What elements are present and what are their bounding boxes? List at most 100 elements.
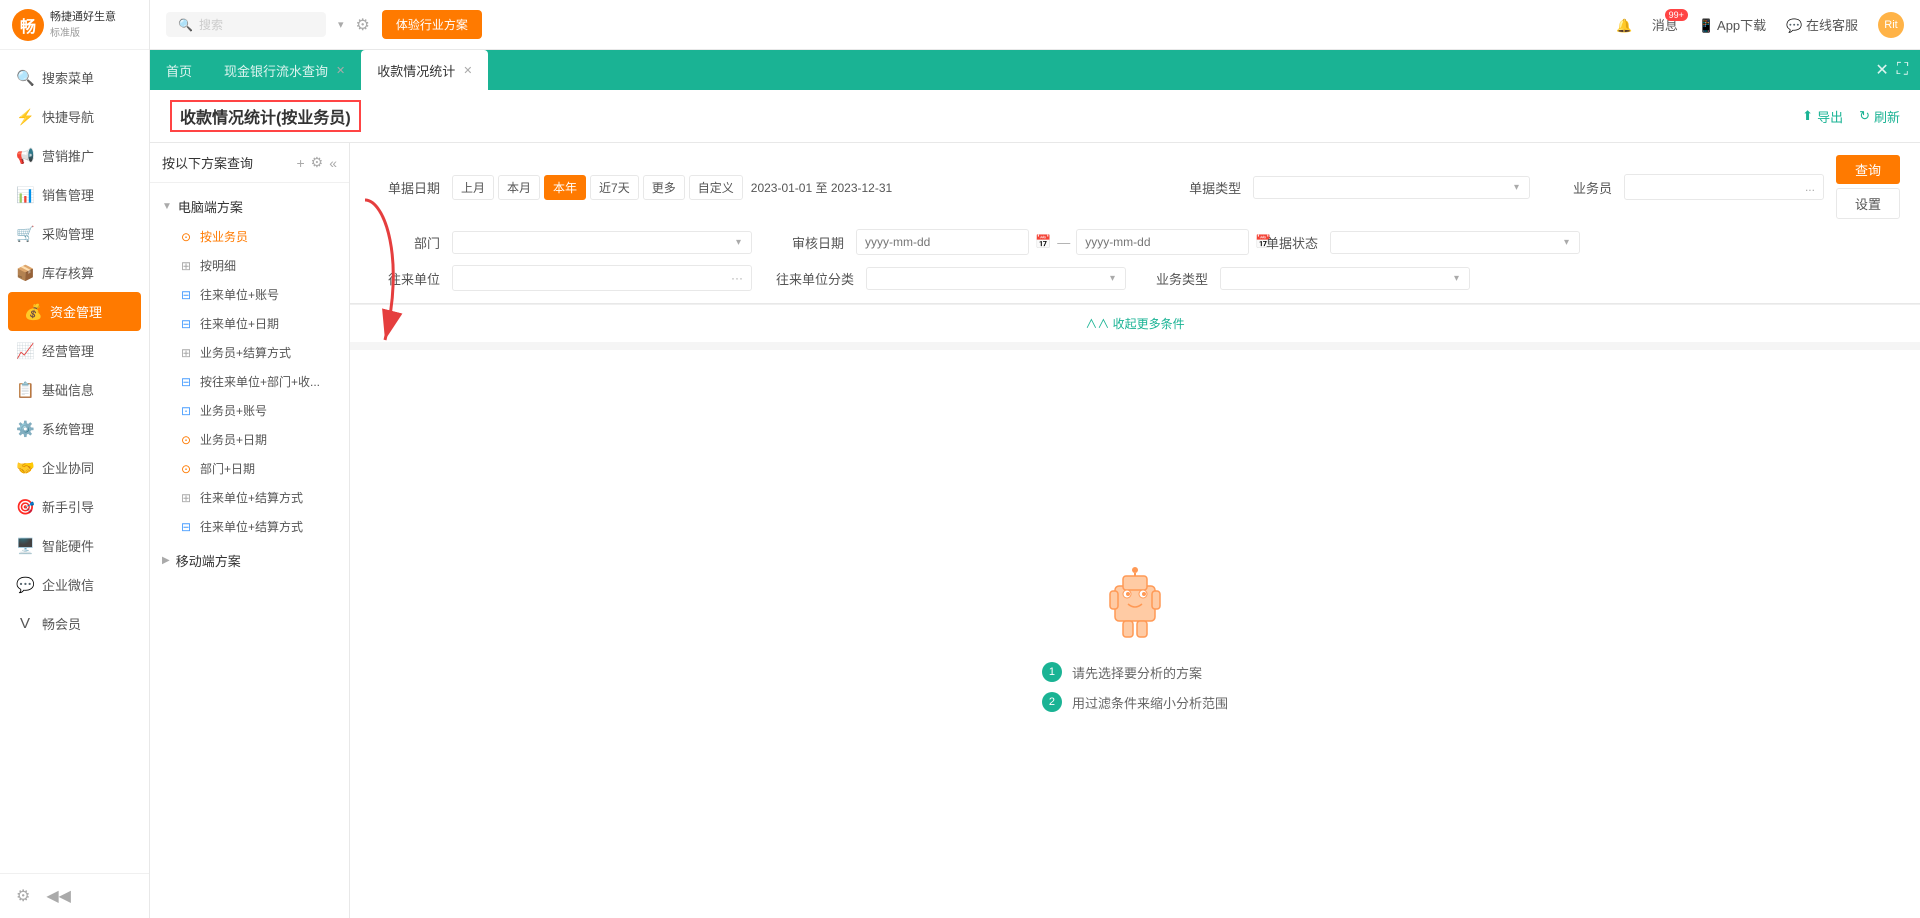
hardware-icon: 🖥️ <box>16 537 34 555</box>
sidebar-item-system[interactable]: ⚙️ 系统管理 <box>0 409 149 448</box>
tip-num-2: 2 <box>1042 692 1062 712</box>
review-date-start-icon[interactable]: 📅 <box>1035 234 1051 250</box>
review-date-end[interactable] <box>1076 229 1249 255</box>
sidebar-item-basic[interactable]: 📋 基础信息 <box>0 370 149 409</box>
counterpart-category-dropdown-icon: ▾ <box>1110 273 1115 284</box>
scheme-group-desktop-header[interactable]: ▼ 电脑端方案 <box>150 191 349 222</box>
tab-home[interactable]: 首页 <box>150 50 208 90</box>
page-title: 收款情况统计(按业务员) <box>170 100 361 132</box>
date-btn-custom[interactable]: 自定义 <box>689 175 743 200</box>
user-avatar[interactable]: Rit <box>1878 12 1904 38</box>
scheme-group-mobile: ▶ 移动端方案 <box>150 545 349 576</box>
sidebar-item-inventory[interactable]: 📦 库存核算 <box>0 253 149 292</box>
left-panel: 按以下方案查询 + ⚙ « ▼ 电脑端方案 ⊙ 按业务员 <box>150 143 350 918</box>
online-service-link[interactable]: 💬 在线客服 <box>1786 15 1858 34</box>
sidebar-item-marketing[interactable]: 📢 营销推广 <box>0 136 149 175</box>
sidebar-item-member[interactable]: V 畅会员 <box>0 604 149 643</box>
scheme-item-salesperson-date[interactable]: ⊙ 业务员+日期 <box>150 425 349 454</box>
topbar: 🔍 搜索 ▾ ⚙ 体验行业方案 🔔 99+ 消息 📱 App下载 💬 在线客服 … <box>150 0 1920 50</box>
dept-select[interactable]: ▾ <box>452 231 752 254</box>
scheme-item-salesperson-settle-icon: ⊞ <box>178 346 194 360</box>
date-btn-this-month[interactable]: 本月 <box>498 175 540 200</box>
tabbar-fullscreen-icon[interactable]: ⛶ <box>1897 61 1908 79</box>
doc-type-select[interactable]: ▾ <box>1253 176 1530 199</box>
counterpart-extra-icon[interactable]: ··· <box>731 271 743 285</box>
sidebar-item-guide[interactable]: 🎯 新手引导 <box>0 487 149 526</box>
counterpart-input[interactable]: ··· <box>452 265 752 291</box>
content-area: 按以下方案查询 + ⚙ « ▼ 电脑端方案 ⊙ 按业务员 <box>150 143 1920 918</box>
tab-bank[interactable]: 现金银行流水查询 ✕ <box>208 50 361 90</box>
collapse-label: 收起更多条件 <box>1113 317 1185 331</box>
date-btn-7days[interactable]: 近7天 <box>590 175 639 200</box>
scheme-item-detail[interactable]: ⊞ 按明细 <box>150 251 349 280</box>
scheme-item-salesperson[interactable]: ⊙ 按业务员 <box>150 222 349 251</box>
scheme-item-unit-dept[interactable]: ⊟ 按往来单位+部门+收... <box>150 367 349 396</box>
scheme-item-salesperson-account[interactable]: ⊡ 业务员+账号 <box>150 396 349 425</box>
settings-button[interactable]: 设置 <box>1836 188 1900 219</box>
notification-area[interactable]: 🔔 99+ 消息 <box>1616 15 1678 34</box>
sidebar-item-wechat[interactable]: 💬 企业微信 <box>0 565 149 604</box>
doc-status-select[interactable]: ▾ <box>1330 231 1580 254</box>
filter-actions: 查询 设置 <box>1836 155 1900 219</box>
date-btn-last-month[interactable]: 上月 <box>452 175 494 200</box>
app-download-label: App下载 <box>1717 18 1766 33</box>
sidebar-item-operation[interactable]: 📈 经营管理 <box>0 331 149 370</box>
query-button[interactable]: 查询 <box>1836 155 1900 184</box>
sidebar-item-purchase[interactable]: 🛒 采购管理 <box>0 214 149 253</box>
date-btn-more[interactable]: 更多 <box>643 175 685 200</box>
sidebar-item-sales[interactable]: 📊 销售管理 <box>0 175 149 214</box>
panel-collapse-btn[interactable]: « <box>329 155 337 171</box>
scheme-item-counterpart-account[interactable]: ⊟ 往来单位+账号 <box>150 280 349 309</box>
panel-add-btn[interactable]: + <box>296 155 304 171</box>
trial-btn[interactable]: 体验行业方案 <box>382 10 482 39</box>
sidebar-item-label: 搜索菜单 <box>42 68 94 87</box>
empty-state: 1 请先选择要分析的方案 2 用过滤条件来缩小分析范围 <box>1042 556 1228 712</box>
scheme-item-counterpart-date[interactable]: ⊟ 往来单位+日期 <box>150 309 349 338</box>
counterpart-label: 往来单位 <box>370 269 440 288</box>
tab-receivable-close[interactable]: ✕ <box>463 64 472 77</box>
sidebar-item-label: 基础信息 <box>42 380 94 399</box>
collapse-more-btn[interactable]: ∧∧ 收起更多条件 <box>350 304 1920 342</box>
tabbar-close-icon[interactable]: ✕ <box>1875 60 1888 80</box>
group-arrow-icon: ▼ <box>162 201 172 212</box>
sidebar-item-label: 畅会员 <box>42 614 81 633</box>
refresh-label: 刷新 <box>1874 107 1900 126</box>
business-type-select[interactable]: ▾ <box>1220 267 1470 290</box>
wechat-icon: 💬 <box>16 576 34 594</box>
review-date-start[interactable] <box>856 229 1029 255</box>
topbar-dropdown-icon[interactable]: ▾ <box>338 18 344 31</box>
salesperson-extra-icon[interactable]: ... <box>1805 180 1815 194</box>
dept-dropdown-icon: ▾ <box>736 237 741 248</box>
topbar-settings-icon[interactable]: ⚙ <box>356 15 370 35</box>
export-button[interactable]: ⬆ 导出 <box>1802 107 1843 126</box>
scheme-item-dept-date-icon: ⊙ <box>178 462 194 476</box>
scheme-group-mobile-header[interactable]: ▶ 移动端方案 <box>150 545 349 576</box>
app-download-link[interactable]: 📱 App下载 <box>1698 15 1766 34</box>
footer-collapse-icon[interactable]: ◀◀ <box>46 886 71 906</box>
date-separator: — <box>1057 235 1070 250</box>
salesperson-input[interactable]: ... <box>1624 174 1824 200</box>
topbar-search-box[interactable]: 🔍 搜索 <box>166 12 326 37</box>
tab-receivable[interactable]: 收款情况统计 ✕ <box>361 50 488 90</box>
scheme-item-counterpart-settle1-label: 往来单位+结算方式 <box>200 489 303 506</box>
scheme-item-counterpart-settle1[interactable]: ⊞ 往来单位+结算方式 <box>150 483 349 512</box>
scheme-item-counterpart-settle2-icon: ⊟ <box>178 520 194 534</box>
sidebar-item-label: 经营管理 <box>42 341 94 360</box>
tab-bank-close[interactable]: ✕ <box>336 64 345 77</box>
counterpart-category-select[interactable]: ▾ <box>866 267 1126 290</box>
date-btn-this-year[interactable]: 本年 <box>544 175 586 200</box>
sidebar-item-search[interactable]: 🔍 搜索菜单 <box>0 58 149 97</box>
panel-settings-btn[interactable]: ⚙ <box>311 154 324 171</box>
sidebar-item-hardware[interactable]: 🖥️ 智能硬件 <box>0 526 149 565</box>
sidebar-item-quicknav[interactable]: ⚡ 快捷导航 <box>0 97 149 136</box>
scheme-item-salesperson-settle[interactable]: ⊞ 业务员+结算方式 <box>150 338 349 367</box>
sidebar-item-cooperation[interactable]: 🤝 企业协同 <box>0 448 149 487</box>
sidebar-item-finance[interactable]: 💰 资金管理 <box>8 292 141 331</box>
footer-settings-icon[interactable]: ⚙ <box>16 886 30 906</box>
scheme-item-dept-date[interactable]: ⊙ 部门+日期 <box>150 454 349 483</box>
refresh-button[interactable]: ↻ 刷新 <box>1859 107 1900 126</box>
main-content: 🔍 搜索 ▾ ⚙ 体验行业方案 🔔 99+ 消息 📱 App下载 💬 在线客服 … <box>150 0 1920 918</box>
right-area: 单据日期 上月 本月 本年 近7天 更多 自定义 2023-01-01 至 20… <box>350 143 1920 918</box>
sidebar-item-label: 快捷导航 <box>42 107 94 126</box>
scheme-item-counterpart-settle2[interactable]: ⊟ 往来单位+结算方式 <box>150 512 349 541</box>
